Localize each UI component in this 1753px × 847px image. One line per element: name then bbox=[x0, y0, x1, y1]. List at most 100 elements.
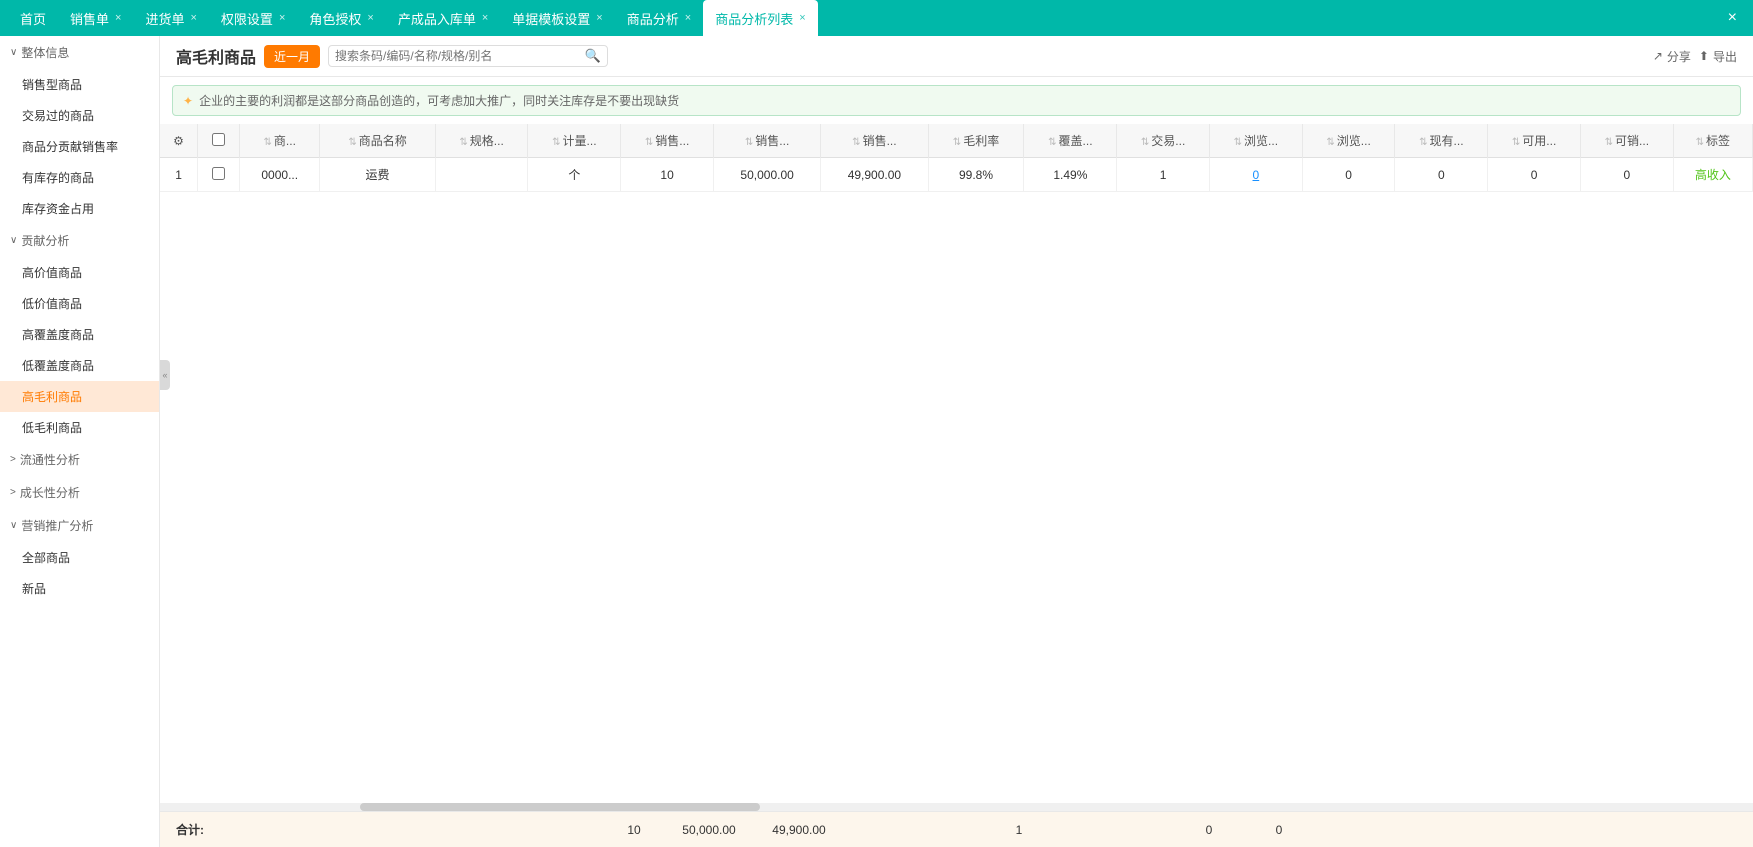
sidebar-item-高价值商品[interactable]: 高价值商品 bbox=[0, 257, 159, 288]
sort-icon[interactable]: ⇅ bbox=[552, 137, 560, 148]
nav-close-icon[interactable]: × bbox=[279, 12, 285, 24]
sidebar-item-低毛利商品[interactable]: 低毛利商品 bbox=[0, 412, 159, 443]
sort-icon[interactable]: ⇅ bbox=[459, 137, 467, 148]
table-container[interactable]: ⚙⇅商...⇅商品名称⇅规格...⇅计量...⇅销售...⇅销售...⇅销售..… bbox=[160, 124, 1753, 847]
browse-link[interactable]: 0 bbox=[1253, 168, 1260, 182]
sidebar-group-整体信息[interactable]: ∨整体信息 bbox=[0, 36, 159, 69]
col-header-available[interactable]: ⇅可用... bbox=[1488, 124, 1581, 158]
sort-icon[interactable]: ⇅ bbox=[1696, 137, 1704, 148]
cell-browse1[interactable]: 0 bbox=[1209, 158, 1302, 192]
sidebar-group-流通性分析[interactable]: >流通性分析 bbox=[0, 443, 159, 476]
sidebar-item-低覆盖度商品[interactable]: 低覆盖度商品 bbox=[0, 350, 159, 381]
nav-item-进货单[interactable]: 进货单× bbox=[133, 0, 208, 36]
sidebar-item-低价值商品[interactable]: 低价值商品 bbox=[0, 288, 159, 319]
col-header-code[interactable]: ⇅商... bbox=[240, 124, 320, 158]
col-header-settings[interactable]: ⚙ bbox=[160, 124, 198, 158]
nav-close-icon[interactable]: × bbox=[367, 12, 373, 24]
nav-close-icon[interactable]: × bbox=[190, 12, 196, 24]
col-header-saleable[interactable]: ⇅可销... bbox=[1580, 124, 1673, 158]
nav-item-角色授权[interactable]: 角色授权× bbox=[297, 0, 385, 36]
sort-icon[interactable]: ⇅ bbox=[852, 137, 860, 148]
sort-icon[interactable]: ⇅ bbox=[953, 137, 961, 148]
sort-icon[interactable]: ⇅ bbox=[1605, 137, 1613, 148]
export-label: 导出 bbox=[1713, 48, 1737, 65]
cell-checkbox[interactable] bbox=[198, 158, 240, 192]
filter-button[interactable]: 近一月 bbox=[264, 45, 320, 68]
share-label: 分享 bbox=[1667, 48, 1691, 65]
scrollbar-thumb[interactable] bbox=[360, 803, 760, 811]
col-header-sale_qty[interactable]: ⇅销售... bbox=[621, 124, 714, 158]
header-right: ↗ 分享 ⬆ 导出 bbox=[1653, 48, 1737, 65]
sidebar-collapse-button[interactable]: « bbox=[160, 360, 170, 390]
nav-close-icon[interactable]: × bbox=[482, 12, 488, 24]
col-header-unit[interactable]: ⇅计量... bbox=[528, 124, 621, 158]
cell-unit: 个 bbox=[528, 158, 621, 192]
nav-close-icon[interactable]: × bbox=[115, 12, 121, 24]
footer-cell bbox=[1314, 823, 1384, 837]
cell-saleable: 0 bbox=[1580, 158, 1673, 192]
sidebar-group-成长性分析[interactable]: >成长性分析 bbox=[0, 476, 159, 509]
sort-icon[interactable]: ⇅ bbox=[745, 137, 753, 148]
sort-icon[interactable]: ⇅ bbox=[1141, 137, 1149, 148]
nav-close-icon[interactable]: × bbox=[685, 12, 691, 24]
col-header-transaction[interactable]: ⇅交易... bbox=[1117, 124, 1210, 158]
sidebar-item-新品[interactable]: 新品 bbox=[0, 573, 159, 604]
sort-icon[interactable]: ⇅ bbox=[1512, 137, 1520, 148]
col-header-sale_amt[interactable]: ⇅销售... bbox=[713, 124, 820, 158]
sort-icon[interactable]: ⇅ bbox=[1326, 137, 1334, 148]
group-arrow: > bbox=[10, 454, 16, 465]
cell-browse2: 0 bbox=[1302, 158, 1395, 192]
search-input[interactable] bbox=[335, 49, 585, 63]
scrollbar-track[interactable] bbox=[160, 803, 1753, 811]
footer-cell bbox=[384, 823, 484, 837]
sidebar-item-商品分贡献销售率[interactable]: 商品分贡献销售率 bbox=[0, 131, 159, 162]
sidebar-item-全部商品[interactable]: 全部商品 bbox=[0, 542, 159, 573]
notice-icon: ✦ bbox=[183, 94, 193, 108]
sidebar-group-贡献分析[interactable]: ∨贡献分析 bbox=[0, 224, 159, 257]
footer-cell bbox=[224, 823, 284, 837]
sort-icon[interactable]: ⇅ bbox=[1234, 137, 1242, 148]
sidebar-item-交易过的商品[interactable]: 交易过的商品 bbox=[0, 100, 159, 131]
share-icon: ↗ bbox=[1653, 49, 1663, 63]
sort-icon[interactable]: ⇅ bbox=[645, 137, 653, 148]
nav-item-商品分析[interactable]: 商品分析× bbox=[615, 0, 703, 36]
nav-item-产成品入库单[interactable]: 产成品入库单× bbox=[386, 0, 500, 36]
col-header-spec[interactable]: ⇅规格... bbox=[435, 124, 528, 158]
col-header-tag[interactable]: ⇅标签 bbox=[1673, 124, 1752, 158]
sidebar-item-高覆盖度商品[interactable]: 高覆盖度商品 bbox=[0, 319, 159, 350]
col-header-checkbox[interactable] bbox=[198, 124, 240, 158]
sort-icon[interactable]: ⇅ bbox=[264, 137, 272, 148]
nav-item-商品分析列表[interactable]: 商品分析列表× bbox=[703, 0, 817, 36]
select-all-checkbox[interactable] bbox=[212, 133, 225, 146]
sidebar-group-营销推广分析[interactable]: ∨营销推广分析 bbox=[0, 509, 159, 542]
share-button[interactable]: ↗ 分享 bbox=[1653, 48, 1691, 65]
nav-close-icon[interactable]: × bbox=[799, 12, 805, 24]
settings-icon[interactable]: ⚙ bbox=[173, 134, 184, 148]
footer-cell bbox=[1384, 823, 1444, 837]
col-header-name[interactable]: ⇅商品名称 bbox=[320, 124, 435, 158]
close-all-button[interactable]: × bbox=[1720, 9, 1745, 27]
col-header-gross_margin[interactable]: ⇅毛利率 bbox=[928, 124, 1024, 158]
nav-item-首页[interactable]: 首页 bbox=[8, 0, 58, 36]
sidebar-item-库存资金占用[interactable]: 库存资金占用 bbox=[0, 193, 159, 224]
nav-item-权限设置[interactable]: 权限设置× bbox=[209, 0, 297, 36]
sort-icon[interactable]: ⇅ bbox=[348, 137, 356, 148]
col-header-current_stock[interactable]: ⇅现有... bbox=[1395, 124, 1488, 158]
sort-icon[interactable]: ⇅ bbox=[1048, 137, 1056, 148]
nav-item-单据模板设置[interactable]: 单据模板设置× bbox=[500, 0, 614, 36]
sidebar-item-高毛利商品[interactable]: 高毛利商品 bbox=[0, 381, 159, 412]
col-header-browse1[interactable]: ⇅浏览... bbox=[1209, 124, 1302, 158]
export-button[interactable]: ⬆ 导出 bbox=[1699, 48, 1737, 65]
sidebar-item-有库存的商品[interactable]: 有库存的商品 bbox=[0, 162, 159, 193]
row-checkbox[interactable] bbox=[212, 167, 225, 180]
col-header-sale_profit[interactable]: ⇅销售... bbox=[821, 124, 928, 158]
footer-total: 合计: 1050,000.0049,900.00100 bbox=[160, 811, 1753, 847]
nav-close-icon[interactable]: × bbox=[596, 12, 602, 24]
sidebar-item-销售型商品[interactable]: 销售型商品 bbox=[0, 69, 159, 100]
nav-item-销售单[interactable]: 销售单× bbox=[58, 0, 133, 36]
sort-icon[interactable]: ⇅ bbox=[1419, 137, 1427, 148]
col-header-browse2[interactable]: ⇅浏览... bbox=[1302, 124, 1395, 158]
search-icon[interactable]: 🔍 bbox=[585, 48, 601, 64]
col-header-coverage[interactable]: ⇅覆盖... bbox=[1024, 124, 1117, 158]
footer-cell: 0 bbox=[1174, 823, 1244, 837]
